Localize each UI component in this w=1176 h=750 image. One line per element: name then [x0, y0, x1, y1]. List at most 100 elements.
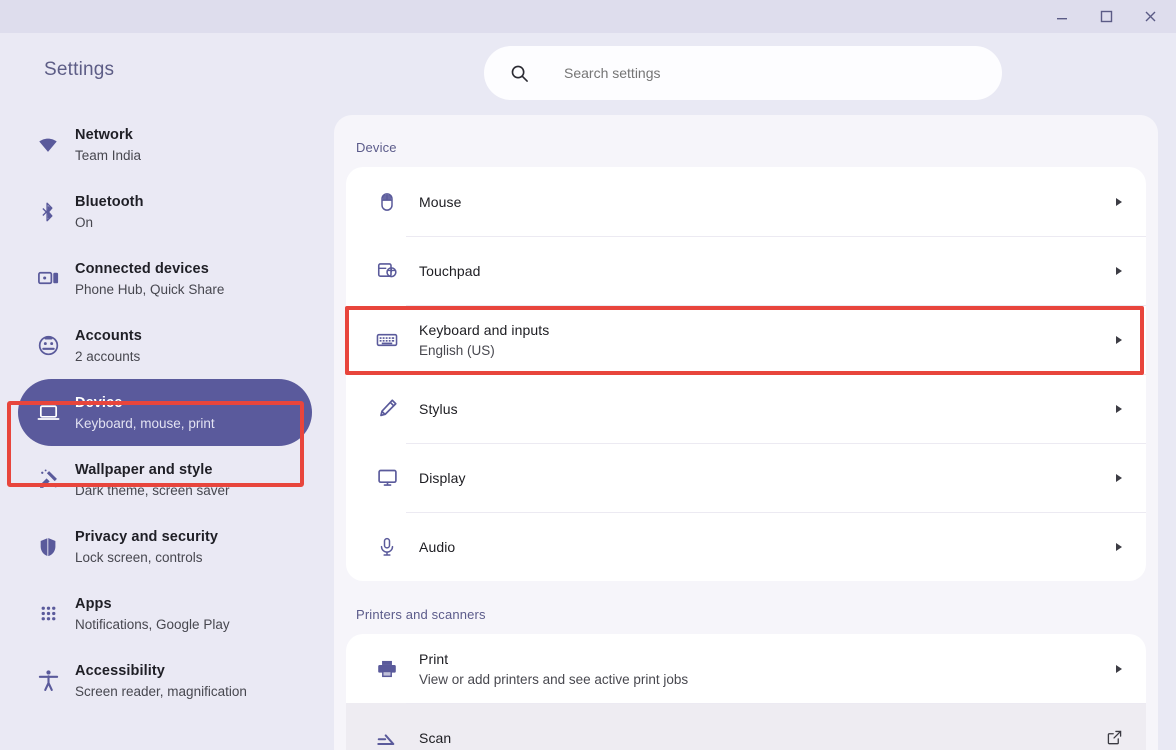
chevron-right-icon[interactable] — [1100, 335, 1122, 344]
wifi-icon — [24, 134, 72, 156]
settings-row-label: Scan — [419, 729, 452, 746]
sidebar-item-text: Apps Notifications, Google Play — [72, 594, 230, 634]
stylus-icon — [366, 398, 408, 419]
window-titlebar — [0, 0, 1176, 33]
settings-window: Settings Network Team India Bluetooth On Con… — [0, 0, 1176, 750]
sidebar-item-text: Accounts 2 accounts — [72, 326, 142, 366]
minimize-button[interactable] — [1040, 0, 1084, 33]
printer-icon — [366, 658, 408, 680]
settings-row-text: Touchpad — [408, 261, 1100, 281]
sidebar-item-label: Network — [75, 126, 133, 143]
sidebar-item-label: Apps — [75, 595, 112, 612]
search-icon — [510, 64, 529, 83]
page-title: Settings — [44, 59, 115, 80]
microphone-icon — [366, 537, 408, 557]
sidebar-item-sublabel: Screen reader, magnification — [75, 683, 247, 699]
settings-row-text: Display — [408, 468, 1100, 488]
settings-row-text: Audio — [408, 537, 1100, 557]
settings-row-text: Print View or add printers and see active… — [408, 649, 1100, 689]
sidebar-item-label: Bluetooth — [75, 193, 144, 210]
settings-row-text: Scan — [408, 728, 1100, 748]
sidebar-item-accounts[interactable]: Accounts 2 accounts — [18, 312, 312, 379]
settings-row-label: Display — [419, 469, 466, 486]
chevron-right-icon[interactable] — [1100, 404, 1122, 413]
settings-row-sublabel: English (US) — [419, 342, 495, 358]
sidebar-item-label: Device — [75, 394, 123, 411]
settings-row-text: Mouse — [408, 192, 1100, 212]
maximize-button[interactable] — [1084, 0, 1128, 33]
settings-row-touchpad[interactable]: Touchpad — [346, 236, 1146, 305]
sidebar-item-sublabel: Keyboard, mouse, print — [75, 415, 215, 431]
sidebar-item-label: Privacy and security — [75, 528, 219, 545]
sidebar-item-bluetooth[interactable]: Bluetooth On — [18, 178, 312, 245]
sidebar-item-wallpaper-and-style[interactable]: Wallpaper and style Dark theme, screen sa… — [18, 446, 312, 513]
settings-card: Print View or add printers and see active… — [346, 634, 1146, 750]
laptop-icon — [24, 401, 72, 424]
sidebar-nav-list: Network Team India Bluetooth On Connected de… — [0, 111, 330, 714]
settings-row-stylus[interactable]: Stylus — [346, 374, 1146, 443]
settings-row-sublabel: View or add printers and see active prin… — [419, 671, 689, 687]
chevron-right-icon[interactable] — [1100, 664, 1122, 673]
sidebar-item-accessibility[interactable]: Accessibility Screen reader, magnificatio… — [18, 647, 312, 714]
chevron-right-icon[interactable] — [1100, 266, 1122, 275]
settings-row-label: Audio — [419, 538, 456, 555]
sidebar-item-privacy-and-security[interactable]: Privacy and security Lock screen, control… — [18, 513, 312, 580]
sidebar-item-text: Device Keyboard, mouse, print — [72, 393, 215, 433]
sidebar-item-text: Privacy and security Lock screen, control… — [72, 527, 218, 567]
sidebar-item-label: Connected devices — [75, 260, 209, 277]
chevron-right-icon[interactable] — [1100, 473, 1122, 482]
sidebar-item-label: Accessibility — [75, 662, 165, 679]
settings-row-label: Print — [419, 650, 449, 667]
scanner-icon — [366, 727, 408, 749]
sidebar-item-sublabel: Dark theme, screen saver — [75, 482, 230, 498]
sidebar-item-text: Bluetooth On — [72, 192, 144, 232]
search-box[interactable] — [484, 46, 1002, 100]
settings-row-display[interactable]: Display — [346, 443, 1146, 512]
sidebar-item-sublabel: Notifications, Google Play — [75, 616, 230, 632]
sidebar-item-connected-devices[interactable]: Connected devices Phone Hub, Quick Share — [18, 245, 312, 312]
search-input[interactable] — [564, 65, 1002, 81]
shield-icon — [24, 536, 72, 558]
sidebar-item-text: Accessibility Screen reader, magnificatio… — [72, 661, 247, 701]
sidebar-item-text: Wallpaper and style Dark theme, screen sa… — [72, 460, 230, 500]
sidebar-item-text: Network Team India — [72, 125, 141, 165]
sidebar-item-sublabel: 2 accounts — [75, 348, 141, 364]
settings-row-label: Mouse — [419, 193, 462, 210]
settings-row-label: Touchpad — [419, 262, 481, 279]
sidebar-item-text: Connected devices Phone Hub, Quick Share — [72, 259, 224, 299]
sidebar-item-network[interactable]: Network Team India — [18, 111, 312, 178]
apps-grid-icon — [24, 603, 72, 624]
sidebar-item-label: Wallpaper and style — [75, 461, 213, 478]
sidebar-item-apps[interactable]: Apps Notifications, Google Play — [18, 580, 312, 647]
settings-row-scan[interactable]: Scan — [346, 703, 1146, 750]
settings-row-audio[interactable]: Audio — [346, 512, 1146, 581]
display-icon — [366, 467, 408, 488]
section-label: Device — [356, 140, 397, 155]
connected-devices-icon — [24, 267, 72, 290]
settings-card: Mouse Touchpad Keyboard and inputs English … — [346, 167, 1146, 581]
sidebar-item-sublabel: Lock screen, controls — [75, 549, 203, 565]
sidebar-item-sublabel: Phone Hub, Quick Share — [75, 281, 225, 297]
brush-icon — [24, 468, 72, 491]
settings-main-panel: Device Mouse Touchpad Keyboard and inputs En… — [334, 115, 1158, 750]
sidebar-item-device[interactable]: Device Keyboard, mouse, print — [18, 379, 312, 446]
account-icon — [24, 334, 72, 357]
settings-row-mouse[interactable]: Mouse — [346, 167, 1146, 236]
settings-row-label: Stylus — [419, 400, 458, 417]
external-link-icon[interactable] — [1100, 730, 1122, 745]
close-button[interactable] — [1128, 0, 1172, 33]
settings-sidebar: Settings Network Team India Bluetooth On Con… — [0, 33, 330, 750]
settings-row-text: Stylus — [408, 399, 1100, 419]
touchpad-icon — [366, 260, 408, 281]
settings-sections: Device Mouse Touchpad Keyboard and inputs En… — [334, 115, 1158, 750]
sidebar-item-sublabel: Team India — [75, 147, 142, 163]
chevron-right-icon[interactable] — [1100, 197, 1122, 206]
settings-row-label: Keyboard and inputs — [419, 321, 550, 338]
bluetooth-icon — [24, 201, 72, 223]
keyboard-icon — [366, 329, 408, 351]
chevron-right-icon[interactable] — [1100, 542, 1122, 551]
settings-row-keyboard-and-inputs[interactable]: Keyboard and inputs English (US) — [346, 305, 1146, 374]
settings-row-text: Keyboard and inputs English (US) — [408, 320, 1100, 360]
accessibility-icon — [24, 669, 72, 692]
settings-row-print[interactable]: Print View or add printers and see active… — [346, 634, 1146, 703]
